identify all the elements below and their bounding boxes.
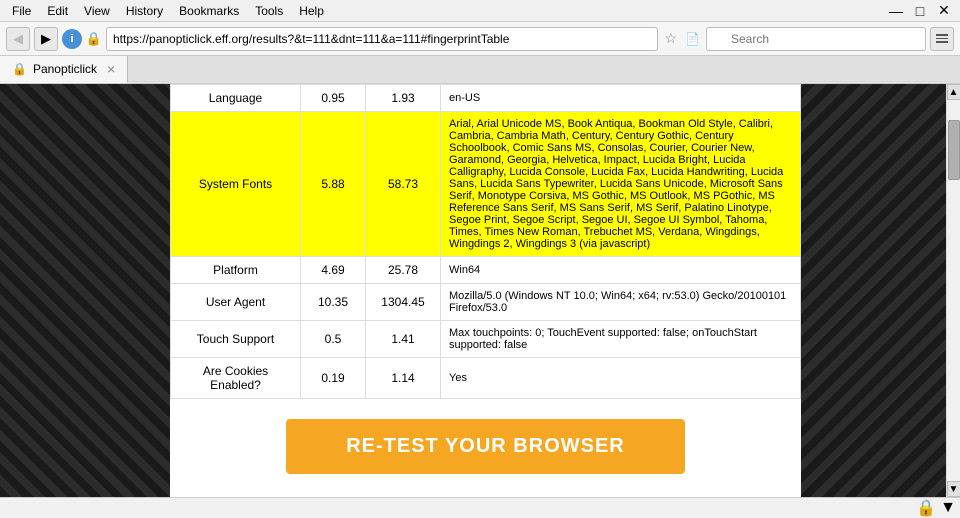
scrollbar-down-button[interactable]: ▼: [947, 481, 960, 497]
row-bits: 0.5: [301, 321, 366, 358]
table-row: Platform4.6925.78Win64: [171, 257, 801, 284]
tab-favicon: 🔒: [12, 62, 27, 76]
retest-button[interactable]: RE-TEST YOUR BROWSER: [286, 419, 685, 474]
menu-edit[interactable]: Edit: [39, 2, 76, 20]
row-one-in: 1.41: [366, 321, 441, 358]
table-row: Touch Support0.51.41Max touchpoints: 0; …: [171, 321, 801, 358]
row-value: Mozilla/5.0 (Windows NT 10.0; Win64; x64…: [441, 284, 801, 321]
table-row: System Fonts5.8858.73Arial, Arial Unicod…: [171, 112, 801, 257]
statusbar: 🔒 ▼: [0, 497, 960, 517]
row-value: Win64: [441, 257, 801, 284]
row-bits: 4.69: [301, 257, 366, 284]
lock-icon: 🔒: [86, 31, 102, 47]
menu-history[interactable]: History: [118, 2, 171, 20]
menu-tools[interactable]: Tools: [247, 2, 291, 20]
scrollbar-thumb[interactable]: [948, 120, 960, 180]
minimize-button[interactable]: —: [884, 0, 908, 23]
row-label: Language: [171, 85, 301, 112]
scrollbar-track[interactable]: [947, 100, 960, 481]
main-content: Language0.951.93en-USSystem Fonts5.8858.…: [170, 84, 801, 497]
row-one-in: 1.93: [366, 85, 441, 112]
search-wrapper: 🔍: [706, 27, 926, 51]
fingerprint-table: Language0.951.93en-USSystem Fonts5.8858.…: [170, 84, 801, 399]
row-bits: 10.35: [301, 284, 366, 321]
row-one-in: 1.14: [366, 358, 441, 399]
row-one-in: 1304.45: [366, 284, 441, 321]
menu-file[interactable]: File: [4, 2, 39, 20]
row-one-in: 58.73: [366, 112, 441, 257]
menu-view[interactable]: View: [76, 2, 118, 20]
row-value: Arial, Arial Unicode MS, Book Antiqua, B…: [441, 112, 801, 257]
status-security-icon[interactable]: 🔒: [916, 498, 936, 518]
scrollbar-up-button[interactable]: ▲: [947, 84, 960, 100]
row-label: Touch Support: [171, 321, 301, 358]
tab-label: Panopticlick: [33, 62, 97, 76]
reader-view-icon[interactable]: 📄: [683, 32, 702, 46]
row-bits: 0.95: [301, 85, 366, 112]
search-input[interactable]: [706, 27, 926, 51]
info-icon[interactable]: i: [62, 29, 82, 49]
status-scroll-icon[interactable]: ▼: [940, 499, 956, 517]
menu-help[interactable]: Help: [291, 2, 332, 20]
row-bits: 5.88: [301, 112, 366, 257]
bookmark-star-icon[interactable]: ☆: [662, 30, 679, 47]
content-area: Language0.951.93en-USSystem Fonts5.8858.…: [0, 84, 960, 497]
table-row: Are Cookies Enabled?0.191.14Yes: [171, 358, 801, 399]
tabbar: 🔒 Panopticlick ×: [0, 56, 960, 84]
row-label: Platform: [171, 257, 301, 284]
zebra-left-decoration: [0, 84, 170, 497]
row-one-in: 25.78: [366, 257, 441, 284]
row-value: Yes: [441, 358, 801, 399]
active-tab[interactable]: 🔒 Panopticlick ×: [0, 56, 128, 83]
menu-bookmarks[interactable]: Bookmarks: [171, 2, 247, 20]
scrollbar: ▲ ▼: [946, 84, 960, 497]
menubar: File Edit View History Bookmarks Tools H…: [0, 0, 960, 22]
row-bits: 0.19: [301, 358, 366, 399]
retest-section: RE-TEST YOUR BROWSER: [170, 399, 801, 494]
tab-close-button[interactable]: ×: [107, 61, 115, 77]
address-bar[interactable]: [106, 27, 658, 51]
close-button[interactable]: ✕: [932, 0, 956, 23]
zebra-right-decoration: [801, 84, 946, 497]
row-label: Are Cookies Enabled?: [171, 358, 301, 399]
row-value: en-US: [441, 85, 801, 112]
forward-button[interactable]: ▶: [34, 27, 58, 51]
table-row: User Agent10.351304.45Mozilla/5.0 (Windo…: [171, 284, 801, 321]
hamburger-menu-button[interactable]: [930, 27, 954, 51]
table-row: Language0.951.93en-US: [171, 85, 801, 112]
toolbar: ◀ ▶ i 🔒 ☆ 📄 🔍: [0, 22, 960, 56]
row-value: Max touchpoints: 0; TouchEvent supported…: [441, 321, 801, 358]
back-button[interactable]: ◀: [6, 27, 30, 51]
row-label: User Agent: [171, 284, 301, 321]
row-label: System Fonts: [171, 112, 301, 257]
maximize-button[interactable]: □: [908, 0, 932, 23]
